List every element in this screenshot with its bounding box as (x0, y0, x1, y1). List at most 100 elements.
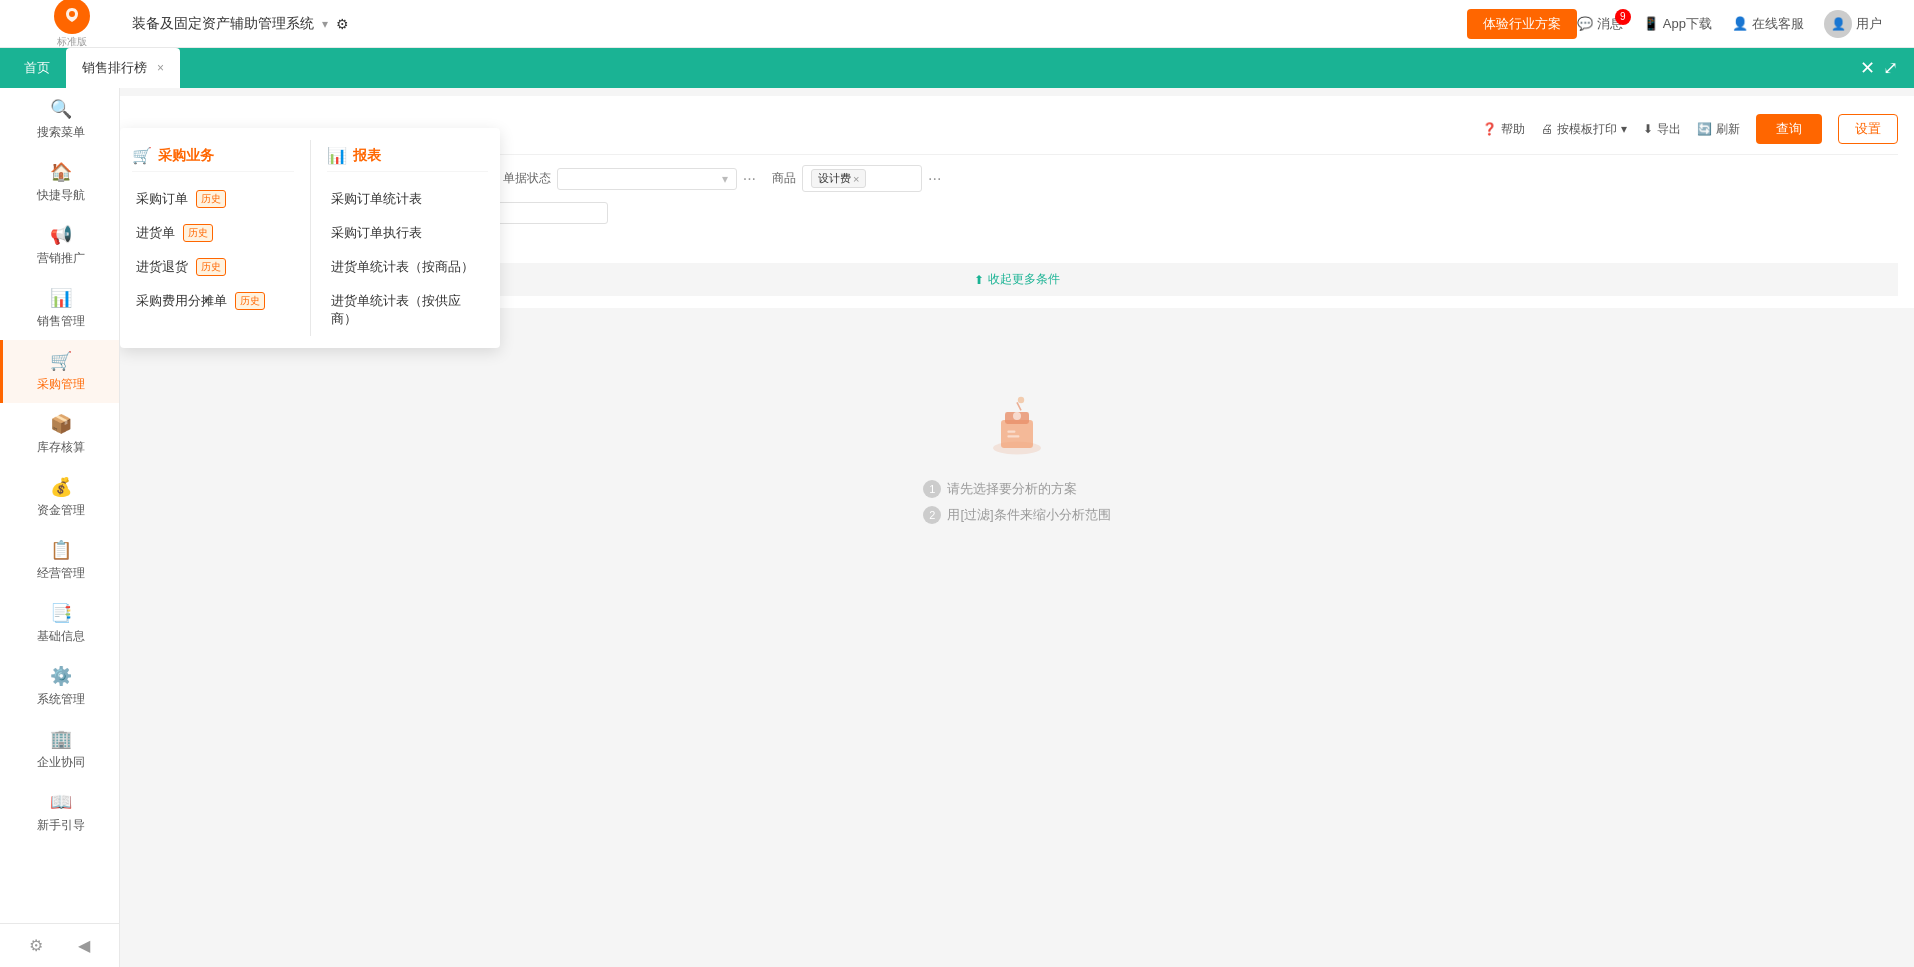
dropdown-item-purchase-order[interactable]: 采购订单 历史 (132, 182, 294, 216)
dropdown-item-purchase-order-exec[interactable]: 采购订单执行表 (327, 216, 489, 250)
svg-rect-5 (1007, 430, 1015, 432)
sidebar-item-marketing-label: 营销推广 (37, 250, 85, 267)
tab-sales-rank[interactable]: 销售排行榜 × (66, 48, 180, 88)
tab-close-icon[interactable]: × (157, 61, 164, 75)
sidebar: 🔍 搜索菜单 🏠 快捷导航 📢 营销推广 📊 销售管理 🛒 采购管理 📦 库存核… (0, 88, 120, 967)
dropdown-item-purchase-order-stats[interactable]: 采购订单统计表 (327, 182, 489, 216)
home-icon: 🏠 (50, 161, 72, 183)
sidebar-item-basic-info[interactable]: 📑 基础信息 (0, 592, 119, 655)
svg-line-7 (1017, 402, 1021, 410)
goods-tag-remove[interactable]: × (853, 173, 859, 185)
goods-select[interactable]: 设计费 × (802, 165, 922, 192)
export-button[interactable]: ⬇ 导出 (1643, 121, 1681, 138)
online-service-label: 在线客服 (1752, 15, 1804, 33)
inventory-icon: 📦 (50, 413, 72, 435)
user-label: 用户 (1856, 15, 1882, 33)
purchase-order-label: 采购订单 (136, 190, 188, 208)
sidebar-item-inventory[interactable]: 📦 库存核算 (0, 403, 119, 466)
refresh-icon: 🔄 (1697, 122, 1712, 136)
sidebar-item-basic-info-label: 基础信息 (37, 628, 85, 645)
app-download-label: App下载 (1663, 15, 1712, 33)
header-right: 💬 消息 9 📱 App下载 👤 在线客服 👤 用户 (1577, 10, 1902, 38)
sidebar-item-guide[interactable]: 📖 新手引导 (0, 781, 119, 844)
print-arrow: ▾ (1621, 122, 1627, 136)
query-button[interactable]: 查询 (1756, 114, 1822, 144)
message-icon: 💬 (1577, 16, 1593, 31)
dropdown-col-business: 🛒 采购业务 采购订单 历史 进货单 历史 进货退货 历史 (120, 140, 306, 336)
sidebar-item-enterprise[interactable]: 🏢 企业协同 (0, 718, 119, 781)
guide-icon: 📖 (50, 791, 72, 813)
collapse-icon: ⬆ (974, 273, 984, 287)
logo-subtitle: 标准版 (57, 35, 87, 49)
industry-solution-button[interactable]: 体验行业方案 (1467, 9, 1577, 39)
dropdown-col2-title-text: 报表 (353, 147, 381, 165)
user-button[interactable]: 👤 用户 (1824, 10, 1882, 38)
sidebar-item-sales[interactable]: 📊 销售管理 (0, 277, 119, 340)
phone-icon: 📱 (1643, 16, 1659, 31)
goods-return-label: 进货退货 (136, 258, 188, 276)
history-badge-0: 历史 (196, 190, 226, 208)
sidebar-item-marketing[interactable]: 📢 营销推广 (0, 214, 119, 277)
tab-maximize-icon[interactable]: ⤢ (1883, 57, 1898, 79)
sidebar-item-quick-nav[interactable]: 🏠 快捷导航 (0, 151, 119, 214)
sidebar-item-purchase-label: 采购管理 (37, 376, 85, 393)
history-badge-1: 历史 (183, 224, 213, 242)
voucher-status-more[interactable]: ··· (743, 170, 756, 188)
logo-icon (54, 0, 90, 34)
print-button[interactable]: 🖨 按模板打印 ▾ (1541, 121, 1627, 138)
sidebar-item-operations-label: 经营管理 (37, 565, 85, 582)
sidebar-item-purchase[interactable]: 🛒 采购管理 (0, 340, 119, 403)
history-badge-3: 历史 (235, 292, 265, 310)
messages-button[interactable]: 💬 消息 9 (1577, 15, 1623, 33)
purchase-order-stats-label: 采购订单统计表 (331, 190, 422, 208)
help-icon: ❓ (1482, 122, 1497, 136)
refresh-label: 刷新 (1716, 121, 1740, 138)
empty-hint-1: 1 请先选择要分析的方案 (923, 480, 1110, 498)
sales-icon: 📊 (50, 287, 72, 309)
voucher-status-filter: 单据状态 ▾ ··· (503, 168, 756, 190)
dropdown-item-receipt-stats-by-goods[interactable]: 进货单统计表（按商品） (327, 250, 489, 284)
receipt-stats-supplier-label: 进货单统计表（按供应商） (331, 292, 485, 328)
tab-home[interactable]: 首页 (8, 48, 66, 88)
dropdown-item-purchase-expense[interactable]: 采购费用分摊单 历史 (132, 284, 294, 318)
dropdown-item-receipt-stats-by-supplier[interactable]: 进货单统计表（按供应商） (327, 284, 489, 336)
content-area: 🛒 采购业务 采购订单 历史 进货单 历史 进货退货 历史 (120, 88, 1914, 967)
system-icon: ⚙️ (50, 665, 72, 687)
online-service-button[interactable]: 👤 在线客服 (1732, 15, 1804, 33)
reports-icon: 📊 (327, 146, 347, 165)
dropdown-item-goods-receipt[interactable]: 进货单 历史 (132, 216, 294, 250)
svg-rect-2 (1001, 420, 1033, 448)
hint-num-1: 1 (923, 480, 941, 498)
system-name-dropdown[interactable]: ▾ (322, 17, 328, 31)
print-label: 按模板打印 (1557, 121, 1617, 138)
dropdown-col-reports-title: 📊 报表 (327, 140, 489, 172)
top-header: 标准版 装备及固定资产辅助管理系统 ▾ ⚙ 体验行业方案 💬 消息 9 📱 Ap… (0, 0, 1914, 48)
sidebar-collapse-icon[interactable]: ◀ (78, 936, 90, 955)
sidebar-item-search[interactable]: 🔍 搜索菜单 (0, 88, 119, 151)
goods-tag-text: 设计费 (818, 171, 851, 186)
sidebar-item-system-label: 系统管理 (37, 691, 85, 708)
settings-button[interactable]: 设置 (1838, 114, 1898, 144)
tab-close-window-icon[interactable]: ✕ (1860, 57, 1875, 79)
sidebar-item-system[interactable]: ⚙️ 系统管理 (0, 655, 119, 718)
basic-info-icon: 📑 (50, 602, 72, 624)
voucher-status-select[interactable]: ▾ (557, 168, 737, 190)
refresh-button[interactable]: 🔄 刷新 (1697, 121, 1740, 138)
help-button[interactable]: ❓ 帮助 (1482, 121, 1525, 138)
goods-tag: 设计费 × (811, 169, 866, 188)
sidebar-item-operations[interactable]: 📋 经营管理 (0, 529, 119, 592)
logo-area: 标准版 (12, 0, 132, 49)
tab-sales-rank-label: 销售排行榜 (82, 59, 147, 77)
header-gear-icon[interactable]: ⚙ (336, 16, 349, 32)
sidebar-item-inventory-label: 库存核算 (37, 439, 85, 456)
sidebar-settings-icon[interactable]: ⚙ (29, 936, 43, 955)
dropdown-item-goods-return[interactable]: 进货退货 历史 (132, 250, 294, 284)
goods-more[interactable]: ··· (928, 170, 941, 188)
enterprise-icon: 🏢 (50, 728, 72, 750)
sidebar-item-finance[interactable]: 💰 资金管理 (0, 466, 119, 529)
dropdown-menu-inner: 🛒 采购业务 采购订单 历史 进货单 历史 进货退货 历史 (120, 140, 500, 336)
app-download-button[interactable]: 📱 App下载 (1643, 15, 1712, 33)
goods-filter: 商品 设计费 × ··· (772, 165, 941, 192)
operations-icon: 📋 (50, 539, 72, 561)
tab-bar-right: ✕ ⤢ (1860, 57, 1906, 79)
